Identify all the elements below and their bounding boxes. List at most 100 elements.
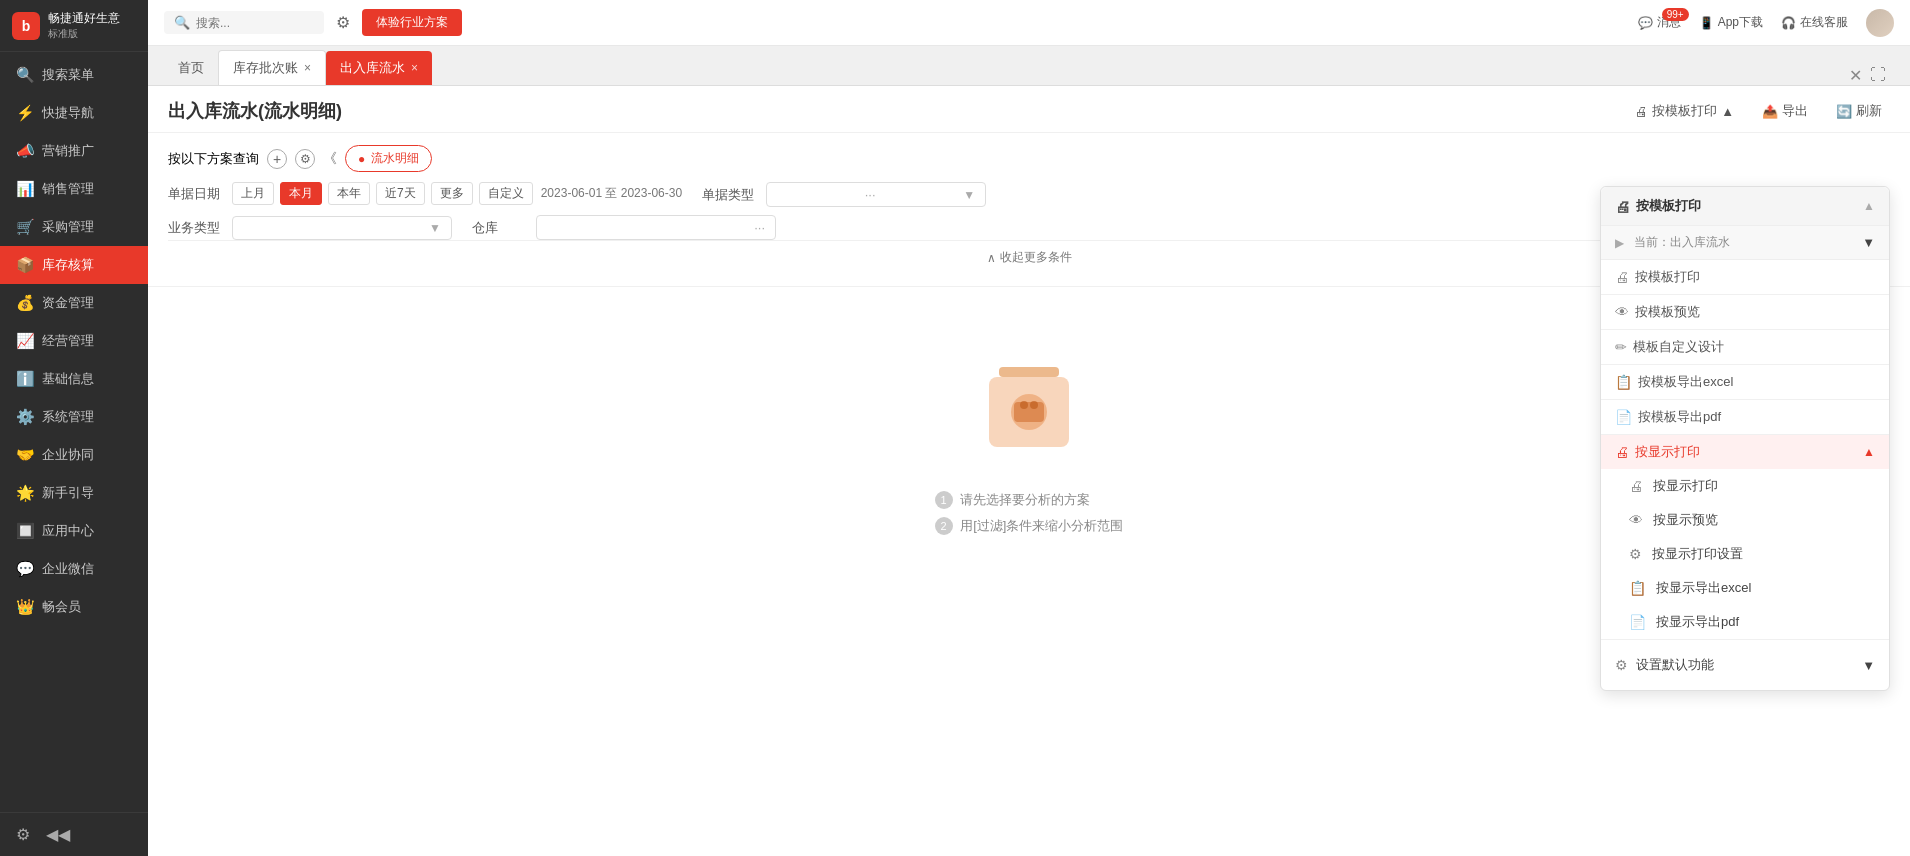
settings-icon[interactable]: ⚙ xyxy=(336,13,350,32)
sidebar-item-label-search: 搜索菜单 xyxy=(42,66,94,84)
lightning-icon: ⚡ xyxy=(16,104,34,122)
dropdown-section-header-template-custom[interactable]: ✏ 模板自定义设计 xyxy=(1601,330,1889,364)
svg-rect-3 xyxy=(1014,402,1044,422)
sidebar-item-purchase[interactable]: 🛒 采购管理 xyxy=(0,208,148,246)
sidebar-item-inventory[interactable]: 📦 库存核算 xyxy=(0,246,148,284)
dropdown-section-header-display-print[interactable]: 🖨 按显示打印 ▲ xyxy=(1601,435,1889,469)
filter-header-label: 按以下方案查询 xyxy=(168,150,259,168)
sidebar-item-vip[interactable]: 👑 畅会员 xyxy=(0,588,148,626)
collapse-sidebar-icon[interactable]: ◀◀ xyxy=(46,825,70,844)
sidebar-item-guide[interactable]: 🌟 新手引导 xyxy=(0,474,148,512)
date-btn-last-month[interactable]: 上月 xyxy=(232,182,274,205)
dropdown-section-header-export-excel[interactable]: 📋 按模板导出excel xyxy=(1601,365,1889,399)
date-btn-custom[interactable]: 自定义 xyxy=(479,182,533,205)
sidebar-item-label-finance: 资金管理 xyxy=(42,294,94,312)
sidebar-item-finance[interactable]: 💰 资金管理 xyxy=(0,284,148,322)
dropdown-title-label: 按模板打印 xyxy=(1636,197,1701,215)
app-download-label: App下载 xyxy=(1718,14,1763,31)
filter-collapse-icon[interactable]: 《 xyxy=(323,150,337,168)
sidebar-item-system[interactable]: ⚙️ 系统管理 xyxy=(0,398,148,436)
type-select-chevron: ▼ xyxy=(963,188,975,202)
type-select[interactable]: ··· ▼ xyxy=(766,182,986,207)
chevron-up-icon: ▲ xyxy=(1721,104,1734,119)
maximize-icon[interactable]: ⛶ xyxy=(1870,66,1886,85)
sidebar-item-wechat[interactable]: 💬 企业微信 xyxy=(0,550,148,588)
filter-add-button[interactable]: + xyxy=(267,149,287,169)
dropdown-section-export-pdf: 📄 按模板导出pdf xyxy=(1601,400,1889,435)
sidebar-item-label-wechat: 企业微信 xyxy=(42,560,94,578)
print-template-label: 按模板打印 xyxy=(1652,102,1717,120)
tab-home[interactable]: 首页 xyxy=(164,51,218,85)
dropdown-footer: ⚙ 设置默认功能 ▼ xyxy=(1601,640,1889,690)
filter-tag-icon: ● xyxy=(358,152,365,166)
print-template-button[interactable]: 🖨 按模板打印 ▲ xyxy=(1627,98,1742,124)
settings-bottom-icon[interactable]: ⚙ xyxy=(16,825,30,844)
topbar-icons: ⚙ xyxy=(336,13,350,32)
sidebar-item-label-basic: 基础信息 xyxy=(42,370,94,388)
dropdown-item-display-print[interactable]: 🖨 按显示打印 xyxy=(1601,469,1889,503)
tab-batch-account[interactable]: 库存批次账 × xyxy=(218,50,326,85)
date-btn-7days[interactable]: 近7天 xyxy=(376,182,425,205)
megaphone-icon: 📣 xyxy=(16,142,34,160)
sidebar-item-marketing[interactable]: 📣 营销推广 xyxy=(0,132,148,170)
display-print-section-icon: 🖨 xyxy=(1615,444,1629,460)
tab-batch-account-close[interactable]: × xyxy=(304,61,311,75)
tab-bar-right: ✕ ⛶ xyxy=(1849,66,1894,85)
sidebar-item-apps[interactable]: 🔲 应用中心 xyxy=(0,512,148,550)
tab-stock-flow-label: 出入库流水 xyxy=(340,59,405,77)
dropdown-item-display-export-excel[interactable]: 📋 按显示导出excel xyxy=(1601,571,1889,605)
sidebar-item-corp[interactable]: 🤝 企业协同 xyxy=(0,436,148,474)
dropdown-item-display-preview[interactable]: 👁 按显示预览 xyxy=(1601,503,1889,537)
dropdown-current-item[interactable]: ▶ 当前：出入库流水 ▼ xyxy=(1601,226,1889,260)
sidebar-item-label-vip: 畅会员 xyxy=(42,598,81,616)
svg-rect-1 xyxy=(999,367,1059,377)
display-excel-item-icon: 📋 xyxy=(1629,580,1646,596)
tab-stock-flow[interactable]: 出入库流水 × xyxy=(326,51,432,85)
message-button[interactable]: 💬 消息 99+ xyxy=(1638,14,1681,31)
cart-icon: 🛒 xyxy=(16,218,34,236)
dropdown-footer-set-default[interactable]: ⚙ 设置默认功能 ▼ xyxy=(1615,648,1875,682)
display-print-item-label: 按显示打印 xyxy=(1653,477,1718,495)
tab-stock-flow-close[interactable]: × xyxy=(411,61,418,75)
template-export-excel-label: 按模板导出excel xyxy=(1638,373,1733,391)
sidebar-item-sales[interactable]: 📊 销售管理 xyxy=(0,170,148,208)
sidebar-item-shortcut[interactable]: ⚡ 快捷导航 xyxy=(0,94,148,132)
filter-tag[interactable]: ● 流水明细 xyxy=(345,145,432,172)
close-tab-icon[interactable]: ✕ xyxy=(1849,66,1862,85)
biz-type-filter-group: 业务类型 ▼ xyxy=(168,216,452,240)
online-service-button[interactable]: 🎧 在线客服 xyxy=(1781,14,1848,31)
sidebar-item-label-corp: 企业协同 xyxy=(42,446,94,464)
chevron-up-collapse-icon: ∧ xyxy=(987,251,996,265)
dropdown-item-display-print-settings[interactable]: ⚙ 按显示打印设置 xyxy=(1601,537,1889,571)
export-button[interactable]: 📤 导出 xyxy=(1754,98,1816,124)
display-pdf-item-icon: 📄 xyxy=(1629,614,1646,630)
topbar-search[interactable]: 🔍 xyxy=(164,11,324,34)
sidebar-item-label-system: 系统管理 xyxy=(42,408,94,426)
refresh-button[interactable]: 🔄 刷新 xyxy=(1828,98,1890,124)
sidebar-item-search[interactable]: 🔍 搜索菜单 xyxy=(0,56,148,94)
user-avatar[interactable] xyxy=(1866,9,1894,37)
date-btn-more[interactable]: 更多 xyxy=(431,182,473,205)
tab-home-label: 首页 xyxy=(178,59,204,77)
industry-solution-button[interactable]: 体验行业方案 xyxy=(362,9,462,36)
dropdown-item-display-export-pdf[interactable]: 📄 按显示导出pdf xyxy=(1601,605,1889,639)
dropdown-section-header-export-pdf[interactable]: 📄 按模板导出pdf xyxy=(1601,400,1889,434)
logo-name: 畅捷通好生意 xyxy=(48,10,120,27)
set-default-chevron: ▼ xyxy=(1862,658,1875,673)
warehouse-select[interactable]: ··· xyxy=(536,215,776,240)
sidebar-item-basic[interactable]: ℹ️ 基础信息 xyxy=(0,360,148,398)
date-btn-this-year[interactable]: 本年 xyxy=(328,182,370,205)
sidebar-item-label-sales: 销售管理 xyxy=(42,180,94,198)
search-input[interactable] xyxy=(196,16,296,30)
dropdown-section-header-template-print[interactable]: 🖨 按模板打印 xyxy=(1601,260,1889,294)
biz-type-select[interactable]: ▼ xyxy=(232,216,452,240)
filter-tag-label: 流水明细 xyxy=(371,150,419,167)
dropdown-section-header-template-preview[interactable]: 👁 按模板预览 xyxy=(1601,295,1889,329)
date-btn-this-month[interactable]: 本月 xyxy=(280,182,322,205)
dropdown-section-template-custom: ✏ 模板自定义设计 xyxy=(1601,330,1889,365)
app-download-button[interactable]: 📱 App下载 xyxy=(1699,14,1763,31)
sidebar-item-operation[interactable]: 📈 经营管理 xyxy=(0,322,148,360)
sidebar-item-label-purchase: 采购管理 xyxy=(42,218,94,236)
filter-settings-button[interactable]: ⚙ xyxy=(295,149,315,169)
sidebar-item-label-marketing: 营销推广 xyxy=(42,142,94,160)
